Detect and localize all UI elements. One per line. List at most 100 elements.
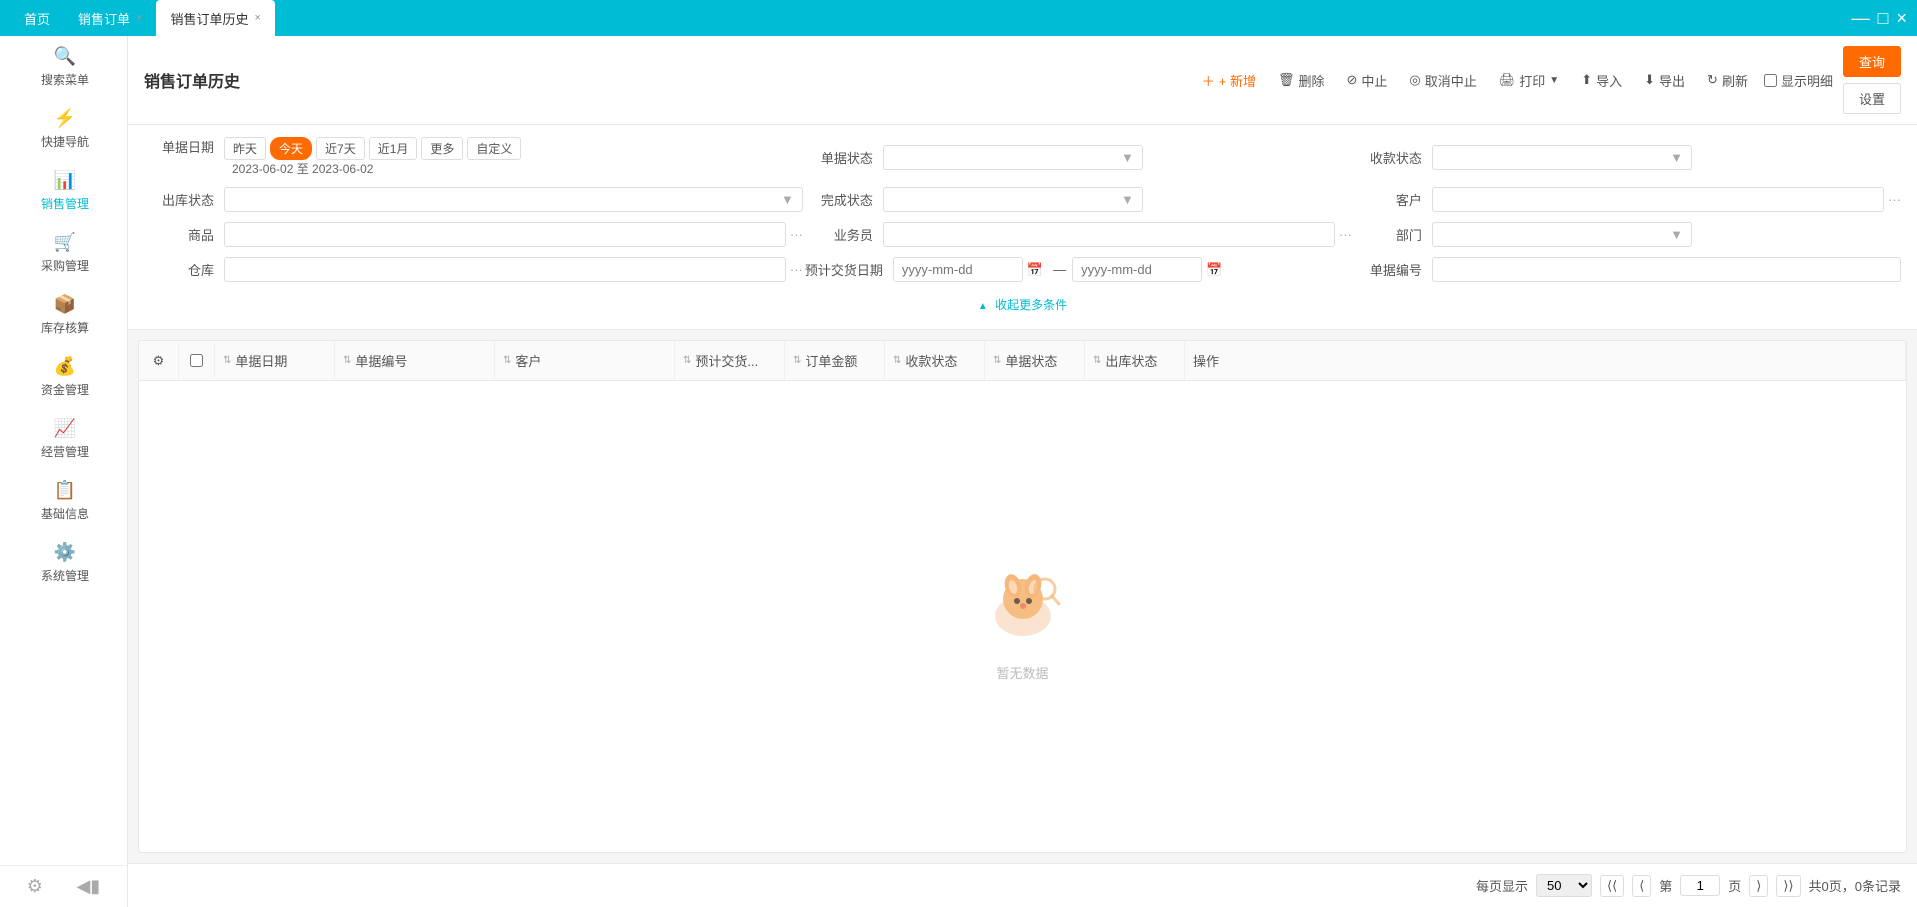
sidebar-item-sales-mgmt[interactable]: 📊 销售管理 bbox=[0, 160, 127, 222]
warehouse-input[interactable] bbox=[224, 257, 786, 282]
th-delivery[interactable]: ⇅ 预计交货... bbox=[675, 341, 785, 380]
sidebar-item-finance[interactable]: 💰 资金管理 bbox=[0, 346, 127, 408]
order-status-select[interactable]: ▼ bbox=[883, 145, 1143, 170]
collapse-button[interactable]: ▲ 收起更多条件 bbox=[144, 292, 1901, 317]
payment-status-chevron: ▼ bbox=[1670, 150, 1683, 165]
import-button[interactable]: ⬆ 导入 bbox=[1575, 67, 1628, 94]
th-customer-sort-icon: ⇅ bbox=[503, 355, 511, 366]
order-status-chevron: ▼ bbox=[1121, 150, 1134, 165]
date-btn-more[interactable]: 更多 bbox=[421, 137, 463, 160]
customer-label: 客户 bbox=[1352, 190, 1432, 209]
sales-mgmt-icon: 📊 bbox=[54, 170, 76, 191]
th-date-label: 单据日期 bbox=[235, 351, 287, 370]
order-no-input[interactable] bbox=[1432, 257, 1901, 282]
sidebar-item-purchase-mgmt[interactable]: 🛒 采购管理 bbox=[0, 222, 127, 284]
sidebar-item-operations[interactable]: 📈 经营管理 bbox=[0, 408, 127, 470]
customer-input[interactable] bbox=[1432, 187, 1884, 212]
th-no-sort-icon: ⇅ bbox=[343, 355, 351, 366]
inventory-icon: 📦 bbox=[54, 294, 76, 315]
current-page-input[interactable] bbox=[1680, 875, 1720, 896]
sidebar-settings-icon[interactable]: ⚙ bbox=[27, 876, 43, 897]
tab-sales-order-history-label: 销售订单历史 bbox=[170, 9, 248, 28]
date-btn-custom[interactable]: 自定义 bbox=[467, 137, 521, 160]
dept-select[interactable]: ▼ bbox=[1432, 222, 1692, 247]
th-no[interactable]: ⇅ 单据编号 bbox=[335, 341, 495, 380]
tab-sales-order-history[interactable]: 销售订单历史 × bbox=[156, 0, 274, 36]
total-records-text: 共0页，0条记录 bbox=[1809, 876, 1901, 895]
new-button[interactable]: ＋ + 新增 bbox=[1196, 67, 1262, 94]
tab-sales-order[interactable]: 销售订单 × bbox=[64, 0, 156, 36]
salesperson-input[interactable] bbox=[883, 222, 1335, 247]
th-pay-status-sort-icon: ⇅ bbox=[893, 355, 901, 366]
quick-nav-icon: ⚡ bbox=[54, 108, 76, 129]
search-menu-icon: 🔍 bbox=[54, 46, 76, 67]
refresh-button[interactable]: ↻ 刷新 bbox=[1701, 67, 1754, 94]
cancel-stop-button[interactable]: ◎ 取消中止 bbox=[1403, 67, 1482, 94]
tab-sales-order-close[interactable]: × bbox=[136, 12, 142, 24]
delivery-date-start-cal-icon[interactable]: 📅 bbox=[1027, 262, 1043, 278]
goods-dots[interactable]: ··· bbox=[790, 227, 803, 242]
next-page-button[interactable]: ⟩ bbox=[1749, 875, 1768, 897]
sidebar-volume-icon[interactable]: ◀▮ bbox=[76, 876, 100, 897]
sidebar-item-search-menu[interactable]: 🔍 搜索菜单 bbox=[0, 36, 127, 98]
top-close-button[interactable]: — bbox=[1852, 8, 1870, 29]
complete-status-select[interactable]: ▼ bbox=[883, 187, 1143, 212]
sidebar-item-inventory[interactable]: 📦 库存核算 bbox=[0, 284, 127, 346]
th-pay-status[interactable]: ⇅ 收款状态 bbox=[885, 341, 985, 380]
print-icon: 🖨 bbox=[1499, 72, 1516, 88]
show-detail-checkbox[interactable] bbox=[1764, 74, 1777, 87]
date-range-display: 2023-06-02 至 2023-06-02 bbox=[232, 160, 521, 177]
show-detail-checkbox-label[interactable]: 显示明细 bbox=[1764, 71, 1833, 90]
sidebar-item-basic-info[interactable]: 📋 基础信息 bbox=[0, 470, 127, 532]
date-btn-yesterday[interactable]: 昨天 bbox=[224, 137, 266, 160]
delivery-date-end-cal-icon[interactable]: 📅 bbox=[1206, 262, 1222, 278]
tab-sales-order-history-close[interactable]: × bbox=[254, 12, 260, 24]
settings-button[interactable]: 设置 bbox=[1843, 83, 1901, 114]
empty-illustration bbox=[973, 551, 1073, 651]
goods-input[interactable] bbox=[224, 222, 786, 247]
filter-goods-group: 商品 ··· bbox=[144, 222, 803, 247]
top-maximize-button[interactable]: □ bbox=[1878, 8, 1889, 29]
filter-delivery-date-group: 预计交货日期 📅 — 📅 bbox=[803, 257, 1352, 282]
tab-home[interactable]: 首页 bbox=[10, 0, 64, 36]
customer-dots[interactable]: ··· bbox=[1888, 192, 1901, 207]
last-page-button[interactable]: ⟩⟩ bbox=[1776, 875, 1800, 897]
sidebar-item-sales-mgmt-label: 销售管理 bbox=[41, 195, 89, 212]
sidebar-item-quick-nav-label: 快捷导航 bbox=[41, 133, 89, 150]
select-all-checkbox[interactable] bbox=[190, 354, 203, 367]
export-label: 导出 bbox=[1659, 71, 1685, 90]
operations-icon: 📈 bbox=[54, 418, 76, 439]
print-button[interactable]: 🖨 打印 ▼ bbox=[1493, 67, 1565, 94]
query-button[interactable]: 查询 bbox=[1843, 46, 1901, 77]
th-amount[interactable]: ⇅ 订单金额 bbox=[785, 341, 885, 380]
out-status-select[interactable]: ▼ bbox=[224, 187, 803, 212]
date-btn-today[interactable]: 今天 bbox=[270, 137, 312, 160]
export-button[interactable]: ⬇ 导出 bbox=[1638, 67, 1691, 94]
stop-button[interactable]: ⊘ 中止 bbox=[1340, 67, 1393, 94]
delete-button[interactable]: 🗑 删除 bbox=[1272, 67, 1331, 94]
th-checkbox[interactable] bbox=[179, 344, 215, 377]
warehouse-dots[interactable]: ··· bbox=[790, 262, 803, 277]
top-exit-button[interactable]: × bbox=[1896, 8, 1907, 29]
first-page-button[interactable]: ⟨⟨ bbox=[1600, 875, 1624, 897]
th-customer[interactable]: ⇅ 客户 bbox=[495, 341, 675, 380]
date-btn-1month[interactable]: 近1月 bbox=[369, 137, 418, 160]
salesperson-dots[interactable]: ··· bbox=[1339, 227, 1352, 242]
prev-page-button[interactable]: ⟨ bbox=[1632, 875, 1651, 897]
system-icon: ⚙️ bbox=[54, 542, 76, 563]
th-gear[interactable]: ⚙ bbox=[139, 343, 179, 379]
date-btn-7days[interactable]: 近7天 bbox=[316, 137, 365, 160]
sidebar-item-quick-nav[interactable]: ⚡ 快捷导航 bbox=[0, 98, 127, 160]
date-filter-controls: 昨天 今天 近7天 近1月 更多 自定义 2023-06-02 至 2023-0… bbox=[224, 137, 521, 177]
th-out-status[interactable]: ⇅ 出库状态 bbox=[1085, 341, 1185, 380]
delivery-date-end[interactable] bbox=[1072, 257, 1202, 282]
page-size-label: 每页显示 bbox=[1476, 876, 1528, 895]
payment-status-select[interactable]: ▼ bbox=[1432, 145, 1692, 170]
show-detail-label: 显示明细 bbox=[1781, 71, 1833, 90]
page-size-select[interactable]: 50 10 20 100 bbox=[1536, 874, 1592, 897]
th-order-status[interactable]: ⇅ 单据状态 bbox=[985, 341, 1085, 380]
date-quick-buttons: 昨天 今天 近7天 近1月 更多 自定义 bbox=[224, 137, 521, 160]
delivery-date-start[interactable] bbox=[893, 257, 1023, 282]
sidebar-item-system[interactable]: ⚙️ 系统管理 bbox=[0, 532, 127, 594]
th-date[interactable]: ⇅ 单据日期 bbox=[215, 341, 335, 380]
